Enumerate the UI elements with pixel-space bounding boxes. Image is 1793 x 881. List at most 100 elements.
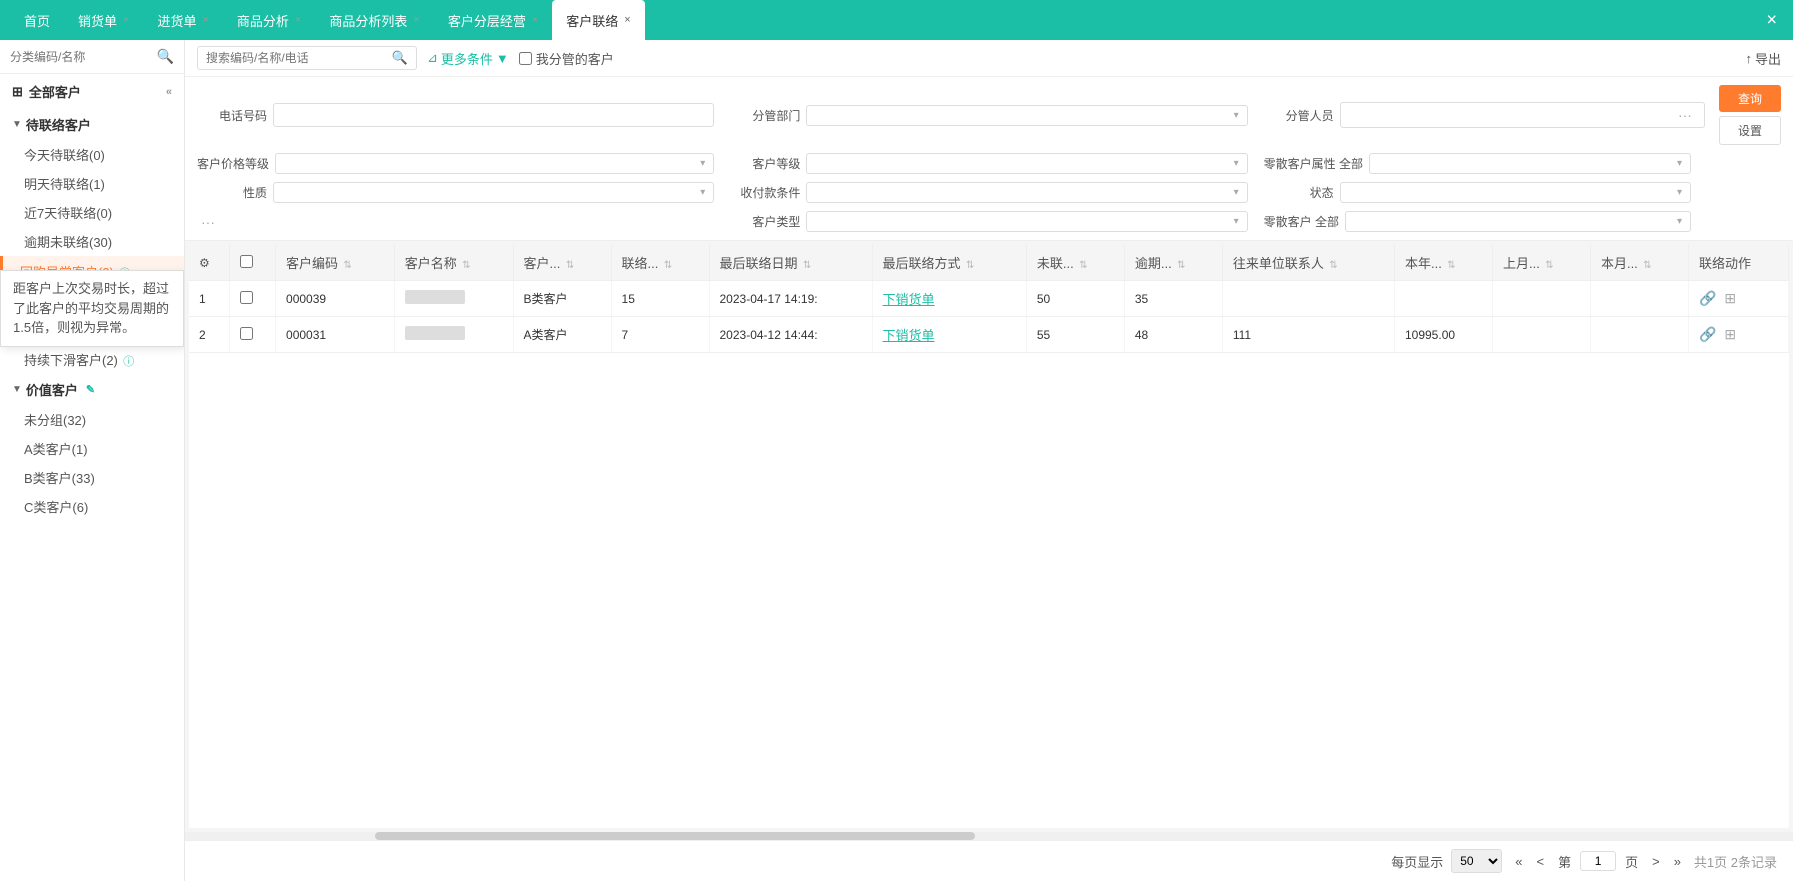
sort-icon-method: ⇅ <box>966 260 974 271</box>
manager-label: 分管人员 <box>1264 107 1334 124</box>
per-page-select[interactable]: 20 50 100 <box>1451 849 1502 873</box>
more-filters-dots[interactable]: ··· <box>197 214 219 230</box>
nav-home[interactable]: 首页 <box>10 0 64 40</box>
phone-input[interactable] <box>273 103 714 127</box>
manager-select[interactable]: ··· <box>1340 102 1705 128</box>
col-overdue[interactable]: 逾期... ⇅ <box>1124 245 1222 281</box>
scatter-attr-select[interactable]: ▾ <box>1369 153 1691 174</box>
col-year-sales[interactable]: 本年... ⇅ <box>1394 245 1492 281</box>
cell-last-date-1: 2023-04-17 14:19: <box>709 281 872 317</box>
close-product-list[interactable]: × <box>413 14 419 26</box>
sidebar-item-b-class[interactable]: B类客户(33) <box>0 463 184 492</box>
nav-customer-contact[interactable]: 客户联络 × <box>552 0 644 40</box>
name-placeholder-2 <box>405 326 465 340</box>
col-contact[interactable]: 联络... ⇅ <box>611 245 709 281</box>
query-button[interactable]: 查询 <box>1719 85 1781 112</box>
filter-row-scatter-attr: 零散客户属性 全部 ▾ <box>1264 153 1781 174</box>
grid-action-icon-1[interactable]: ⊞ <box>1724 290 1736 307</box>
col-name[interactable]: 客户名称 ⇅ <box>394 245 513 281</box>
sidebar-item-today[interactable]: 今天待联络(0) <box>0 140 184 169</box>
col-code[interactable]: 客户编码 ⇅ <box>276 245 395 281</box>
sidebar-collapse-icon[interactable]: « <box>166 86 172 98</box>
last-page-btn[interactable]: » <box>1669 852 1686 871</box>
prev-page-btn[interactable]: < <box>1531 852 1549 871</box>
nav-product-analysis[interactable]: 商品分析 × <box>223 0 315 40</box>
sidebar-group-pending[interactable]: ▼ 待联络客户 <box>0 109 184 140</box>
close-product-analysis[interactable]: × <box>295 14 301 26</box>
col-last-method[interactable]: 最后联络方式 ⇅ <box>872 245 1026 281</box>
row-checkbox-2[interactable] <box>240 327 253 340</box>
sidebar-item-declining[interactable]: 持续下滑客户(2) ⓘ <box>0 345 184 374</box>
page-suffix: 页 <box>1620 850 1643 873</box>
customer-type-select[interactable]: ▾ <box>806 211 1247 232</box>
adv-filter-panel: 电话号码 分管部门 ▾ 分管人员 ··· 查询 设置 <box>185 77 1793 241</box>
scatter-customer-select[interactable]: ▾ <box>1345 211 1691 232</box>
next-page-btn[interactable]: > <box>1647 852 1665 871</box>
sidebar-item-c-class[interactable]: C类客户(6) <box>0 492 184 521</box>
status-select[interactable]: ▾ <box>1340 182 1691 203</box>
col-last-month[interactable]: 上月... ⇅ <box>1492 245 1590 281</box>
sidebar-item-a-class[interactable]: A类客户(1) <box>0 434 184 463</box>
cell-contact2-1 <box>1222 281 1394 317</box>
page-input[interactable] <box>1580 851 1616 871</box>
page-label: 第 <box>1553 850 1576 873</box>
window-close-icon[interactable]: × <box>1766 10 1777 31</box>
grid-action-icon-2[interactable]: ⊞ <box>1724 326 1736 343</box>
col-unlink[interactable]: 未联... ⇅ <box>1026 245 1124 281</box>
link-action-icon-2[interactable]: 🔗 <box>1699 326 1716 343</box>
nature-select[interactable]: ▾ <box>273 182 714 203</box>
sort-icon-contact2: ⇅ <box>1329 260 1337 271</box>
select-all-checkbox[interactable] <box>240 255 253 268</box>
nav-customer-segment[interactable]: 客户分层经营 × <box>434 0 552 40</box>
sidebar-item-overdue[interactable]: 逾期未联络(30) <box>0 227 184 256</box>
sidebar-item-ungroup[interactable]: 未分组(32) <box>0 405 184 434</box>
my-customers-checkbox-label[interactable]: 我分管的客户 <box>519 49 614 68</box>
filter-row-scatter-customer: 零散客户 全部 ▾ <box>1264 211 1781 232</box>
sort-icon-unlink: ⇅ <box>1079 260 1087 271</box>
cell-last-date-2: 2023-04-12 14:44: <box>709 317 872 353</box>
more-conditions-btn[interactable]: ⊿ 更多条件 ▼ <box>427 49 509 68</box>
search-input[interactable] <box>206 51 388 65</box>
sidebar-item-tomorrow[interactable]: 明天待联络(1) <box>0 169 184 198</box>
settings-button[interactable]: 设置 <box>1719 116 1781 145</box>
col-last-date[interactable]: 最后联络日期 ⇅ <box>709 245 872 281</box>
edit-icon[interactable]: ✎ <box>86 383 95 396</box>
row-checkbox-1[interactable] <box>240 291 253 304</box>
export-icon: ↑ <box>1745 51 1752 66</box>
first-page-btn[interactable]: « <box>1510 852 1527 871</box>
sort-icon-code: ⇅ <box>343 260 351 271</box>
nav-sales-order[interactable]: 销货单 × <box>64 0 143 40</box>
sidebar-item-7days[interactable]: 近7天待联络(0) <box>0 198 184 227</box>
link-action-icon-1[interactable]: 🔗 <box>1699 290 1716 307</box>
nav-product-list[interactable]: 商品分析列表 × <box>315 0 433 40</box>
payment-select[interactable]: ▾ <box>806 182 1247 203</box>
h-scroll-track[interactable] <box>185 832 1793 840</box>
col-gear[interactable]: ⚙ <box>189 245 229 281</box>
close-purchase-order[interactable]: × <box>202 14 208 26</box>
pagination-bar: 每页显示 20 50 100 « < 第 页 > » 共1页 2条记录 <box>185 840 1793 881</box>
my-customers-checkbox[interactable] <box>519 52 532 65</box>
cell-last-method-1[interactable]: 下销货单 <box>872 281 1026 317</box>
search-wrap: 🔍 <box>197 46 417 70</box>
col-action: 联络动作 <box>1688 245 1788 281</box>
sidebar-group-value[interactable]: ▼ 价值客户 ✎ <box>0 374 184 405</box>
chevron-down-icon5: ▾ <box>1677 158 1682 169</box>
h-scroll-thumb[interactable] <box>375 832 975 840</box>
close-customer-contact[interactable]: × <box>624 14 630 26</box>
sidebar-all-customers[interactable]: ⊞ 全部客户 « <box>0 74 184 109</box>
dots-icon[interactable]: ··· <box>1674 107 1696 123</box>
table-row: 2 000031 A类客户 7 2023-04-12 14:44: 下销货单 <box>189 317 1789 353</box>
col-contact2[interactable]: 往来单位联系人 ⇅ <box>1222 245 1394 281</box>
price-grade-select[interactable]: ▾ <box>275 153 714 174</box>
dept-select[interactable]: ▾ <box>806 105 1247 126</box>
export-btn[interactable]: ↑ 导出 <box>1745 49 1781 68</box>
col-this-month[interactable]: 本月... ⇅ <box>1590 245 1688 281</box>
cell-contact-2: 7 <box>611 317 709 353</box>
customer-grade-select[interactable]: ▾ <box>806 153 1247 174</box>
close-customer-segment[interactable]: × <box>532 14 538 26</box>
nav-purchase-order[interactable]: 进货单 × <box>143 0 222 40</box>
close-sales-order[interactable]: × <box>123 14 129 26</box>
cell-last-method-2[interactable]: 下销货单 <box>872 317 1026 353</box>
col-type[interactable]: 客户... ⇅ <box>513 245 611 281</box>
sidebar-search-input[interactable] <box>10 50 153 64</box>
